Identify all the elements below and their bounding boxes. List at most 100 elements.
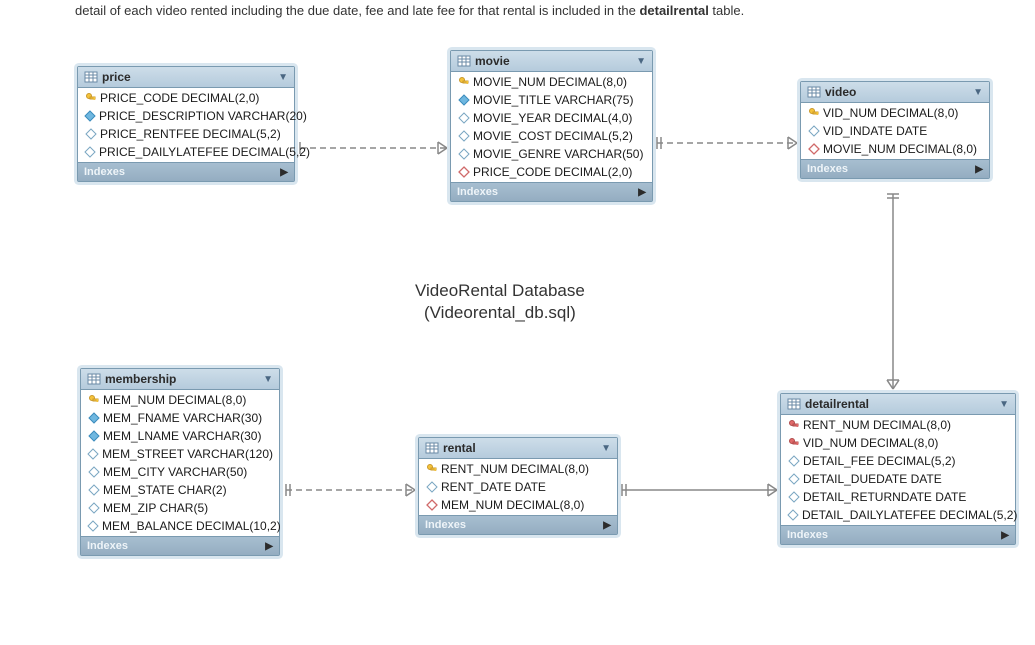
expand-indexes-icon[interactable]: ▶ bbox=[280, 167, 288, 178]
expand-indexes-icon[interactable]: ▶ bbox=[638, 187, 646, 198]
entity-header-detailrental[interactable]: detailrental ▼ bbox=[781, 394, 1015, 415]
intro-text: detail of each video rented including th… bbox=[75, 3, 744, 18]
column-rental-2[interactable]: MEM_NUM DECIMAL(8,0) bbox=[419, 496, 617, 514]
column-label: MEM_FNAME VARCHAR(30) bbox=[103, 411, 262, 425]
entity-video[interactable]: video ▼ VID_NUM DECIMAL(8,0) VID_INDATE DAT… bbox=[800, 81, 990, 179]
column-price-3[interactable]: PRICE_DAILYLATEFEE DECIMAL(5,2) bbox=[78, 143, 294, 161]
collapse-icon[interactable]: ▼ bbox=[263, 374, 273, 385]
column-rental-1[interactable]: RENT_DATE DATE bbox=[419, 478, 617, 496]
column-label: MEM_NUM DECIMAL(8,0) bbox=[103, 393, 246, 407]
column-label: RENT_NUM DECIMAL(8,0) bbox=[441, 462, 589, 476]
column-detailrental-2[interactable]: DETAIL_FEE DECIMAL(5,2) bbox=[781, 452, 1015, 470]
column-movie-5[interactable]: PRICE_CODE DECIMAL(2,0) bbox=[451, 163, 652, 181]
column-membership-7[interactable]: MEM_BALANCE DECIMAL(10,2) bbox=[81, 517, 279, 535]
column-membership-4[interactable]: MEM_CITY VARCHAR(50) bbox=[81, 463, 279, 481]
entity-header-video[interactable]: video ▼ bbox=[801, 82, 989, 103]
column-icon bbox=[87, 394, 100, 407]
column-label: PRICE_RENTFEE DECIMAL(5,2) bbox=[100, 127, 281, 141]
table-icon bbox=[807, 85, 821, 99]
indexes-label: Indexes bbox=[457, 186, 498, 198]
column-label: MOVIE_TITLE VARCHAR(75) bbox=[473, 93, 633, 107]
entity-title: detailrental bbox=[805, 397, 995, 411]
entity-header-membership[interactable]: membership▼ bbox=[81, 369, 279, 390]
entity-footer-rental[interactable]: Indexes▶ bbox=[419, 515, 617, 534]
column-movie-0[interactable]: MOVIE_NUM DECIMAL(8,0) bbox=[451, 73, 652, 91]
column-icon bbox=[84, 92, 97, 105]
column-label: VID_NUM DECIMAL(8,0) bbox=[803, 436, 938, 450]
column-membership-1[interactable]: MEM_FNAME VARCHAR(30) bbox=[81, 409, 279, 427]
collapse-icon[interactable]: ▼ bbox=[278, 72, 288, 83]
column-detailrental-0[interactable]: RENT_NUM DECIMAL(8,0) bbox=[781, 416, 1015, 434]
expand-indexes-icon[interactable]: ▶ bbox=[975, 164, 983, 175]
column-label: PRICE_DESCRIPTION VARCHAR(20) bbox=[99, 109, 307, 123]
column-rental-0[interactable]: RENT_NUM DECIMAL(8,0) bbox=[419, 460, 617, 478]
table-icon bbox=[84, 70, 98, 84]
column-movie-2[interactable]: MOVIE_YEAR DECIMAL(4,0) bbox=[451, 109, 652, 127]
column-label: VID_NUM DECIMAL(8,0) bbox=[823, 106, 958, 120]
column-icon bbox=[787, 455, 800, 468]
column-icon bbox=[807, 107, 820, 120]
column-icon bbox=[87, 484, 100, 497]
column-icon bbox=[87, 466, 100, 479]
column-video-2[interactable]: MOVIE_NUM DECIMAL(8,0) bbox=[801, 140, 989, 158]
entity-rental[interactable]: rental▼ RENT_NUM DECIMAL(8,0) RENT_DATE DA… bbox=[418, 437, 618, 535]
column-icon bbox=[425, 481, 438, 494]
collapse-icon[interactable]: ▼ bbox=[636, 56, 646, 67]
column-membership-0[interactable]: MEM_NUM DECIMAL(8,0) bbox=[81, 391, 279, 409]
column-video-0[interactable]: VID_NUM DECIMAL(8,0) bbox=[801, 104, 989, 122]
column-video-1[interactable]: VID_INDATE DATE bbox=[801, 122, 989, 140]
indexes-label: Indexes bbox=[787, 529, 828, 541]
entity-detailrental[interactable]: detailrental ▼ RENT_NUM DECIMAL(8,0) VID_NU… bbox=[780, 393, 1016, 545]
entity-footer-movie[interactable]: Indexes ▶ bbox=[451, 182, 652, 201]
column-movie-3[interactable]: MOVIE_COST DECIMAL(5,2) bbox=[451, 127, 652, 145]
entity-header-price[interactable]: price▼ bbox=[78, 67, 294, 88]
collapse-icon[interactable]: ▼ bbox=[973, 87, 983, 98]
entity-movie[interactable]: movie▼MOVIE_NUM DECIMAL(8,0) MOVIE_TITLE … bbox=[450, 50, 653, 202]
column-icon bbox=[457, 148, 470, 161]
entity-footer-video[interactable]: Indexes▶ bbox=[801, 159, 989, 178]
column-membership-6[interactable]: MEM_ZIP CHAR(5) bbox=[81, 499, 279, 517]
entity-header-movie[interactable]: movie▼ bbox=[451, 51, 652, 72]
column-membership-5[interactable]: MEM_STATE CHAR(2) bbox=[81, 481, 279, 499]
column-icon bbox=[87, 430, 100, 443]
column-price-0[interactable]: PRICE_CODE DECIMAL(2,0) bbox=[78, 89, 294, 107]
column-icon bbox=[425, 499, 438, 512]
column-detailrental-5[interactable]: DETAIL_DAILYLATEFEE DECIMAL(5,2) bbox=[781, 506, 1015, 524]
column-label: PRICE_DAILYLATEFEE DECIMAL(5,2) bbox=[99, 145, 310, 159]
table-icon bbox=[787, 397, 801, 411]
column-icon bbox=[457, 112, 470, 125]
column-detailrental-4[interactable]: DETAIL_RETURNDATE DATE bbox=[781, 488, 1015, 506]
entity-footer-price[interactable]: Indexes▶ bbox=[78, 162, 294, 181]
column-movie-4[interactable]: MOVIE_GENRE VARCHAR(50) bbox=[451, 145, 652, 163]
entity-price[interactable]: price▼PRICE_CODE DECIMAL(2,0)PRICE_DESCR… bbox=[77, 66, 295, 182]
column-icon bbox=[457, 166, 470, 179]
column-price-1[interactable]: PRICE_DESCRIPTION VARCHAR(20) bbox=[78, 107, 294, 125]
entity-header-rental[interactable]: rental▼ bbox=[419, 438, 617, 459]
column-price-2[interactable]: PRICE_RENTFEE DECIMAL(5,2) bbox=[78, 125, 294, 143]
column-label: DETAIL_DAILYLATEFEE DECIMAL(5,2) bbox=[802, 508, 1017, 522]
column-icon bbox=[807, 143, 820, 156]
entity-footer-detailrental[interactable]: Indexes ▶ bbox=[781, 525, 1015, 544]
column-membership-3[interactable]: MEM_STREET VARCHAR(120) bbox=[81, 445, 279, 463]
collapse-icon[interactable]: ▼ bbox=[999, 399, 1009, 410]
column-movie-1[interactable]: MOVIE_TITLE VARCHAR(75) bbox=[451, 91, 652, 109]
column-label: MEM_LNAME VARCHAR(30) bbox=[103, 429, 261, 443]
expand-indexes-icon[interactable]: ▶ bbox=[603, 520, 611, 531]
column-detailrental-3[interactable]: DETAIL_DUEDATE DATE bbox=[781, 470, 1015, 488]
expand-indexes-icon[interactable]: ▶ bbox=[1001, 530, 1009, 541]
entity-footer-membership[interactable]: Indexes▶ bbox=[81, 536, 279, 555]
entity-body-movie: MOVIE_NUM DECIMAL(8,0) MOVIE_TITLE VARCHA… bbox=[451, 72, 652, 182]
column-icon bbox=[87, 448, 99, 461]
column-icon bbox=[787, 491, 800, 504]
column-membership-2[interactable]: MEM_LNAME VARCHAR(30) bbox=[81, 427, 279, 445]
column-label: MEM_STREET VARCHAR(120) bbox=[102, 447, 273, 461]
entity-title: video bbox=[825, 85, 969, 99]
collapse-icon[interactable]: ▼ bbox=[601, 443, 611, 454]
entity-membership[interactable]: membership▼ MEM_NUM DECIMAL(8,0) MEM_FNAME… bbox=[80, 368, 280, 556]
column-label: MEM_CITY VARCHAR(50) bbox=[103, 465, 247, 479]
column-label: RENT_DATE DATE bbox=[441, 480, 546, 494]
column-icon bbox=[457, 130, 470, 143]
column-icon bbox=[787, 419, 800, 432]
column-detailrental-1[interactable]: VID_NUM DECIMAL(8,0) bbox=[781, 434, 1015, 452]
expand-indexes-icon[interactable]: ▶ bbox=[265, 541, 273, 552]
